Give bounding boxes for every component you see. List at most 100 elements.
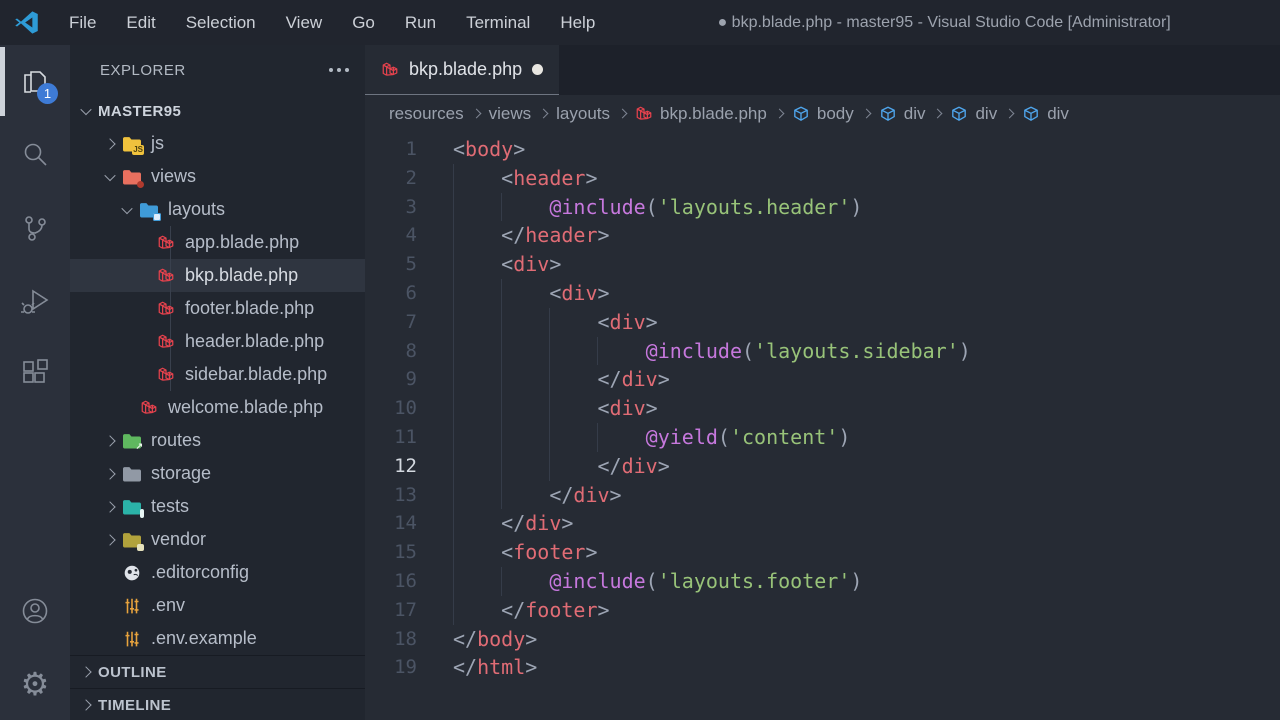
line-number: 2 [405, 166, 417, 189]
tree-item-vendor[interactable]: vendor [70, 523, 365, 556]
menu-edit[interactable]: Edit [113, 8, 168, 38]
settings-gear-icon[interactable]: ⚙ [0, 647, 70, 720]
source-control-icon[interactable] [0, 191, 70, 264]
code-editor[interactable]: 1 <body> 2 <header> 3 @include('layouts.hea… [365, 132, 1280, 720]
laravel-icon [155, 266, 177, 286]
outline-section-header[interactable]: OUTLINE [70, 655, 365, 688]
indent-guide [453, 163, 454, 193]
breadcrumb-item-div[interactable]: div [950, 104, 997, 124]
tree-item-footer-blade-php[interactable]: footer.blade.php [70, 292, 365, 325]
menu-go[interactable]: Go [339, 8, 388, 38]
explorer-icon[interactable]: 1 [0, 45, 70, 118]
line-content[interactable]: <header> [435, 163, 1280, 193]
breadcrumb-item-views[interactable]: views [489, 104, 532, 124]
tree-item--env-example[interactable]: .env.example [70, 622, 365, 655]
menu-run[interactable]: Run [392, 8, 449, 38]
breadcrumb-item-layouts[interactable]: layouts [556, 104, 610, 124]
breadcrumb-item-body[interactable]: body [792, 104, 854, 124]
tree-item-tests[interactable]: tests [70, 490, 365, 523]
code-line-11[interactable]: 11 @yield('content') [365, 422, 1280, 452]
line-content[interactable]: </div> [435, 451, 1280, 481]
menu-help[interactable]: Help [547, 8, 608, 38]
line-number: 15 [394, 541, 417, 564]
tab-bkp-blade-php[interactable]: bkp.blade.php [365, 45, 560, 95]
indent-guide [549, 336, 551, 366]
line-content[interactable]: <div> [435, 307, 1280, 337]
code-line-14[interactable]: 14 </div> [365, 509, 1280, 539]
line-content[interactable]: </html> [435, 653, 1280, 682]
run-debug-icon[interactable] [0, 264, 70, 337]
more-actions-icon[interactable] [329, 68, 349, 72]
timeline-section-header[interactable]: TIMELINE [70, 688, 365, 720]
modified-dot-icon[interactable] [532, 64, 544, 75]
line-content[interactable]: <footer> [435, 538, 1280, 567]
line-number: 8 [405, 339, 417, 362]
line-content[interactable]: @include('layouts.footer') [435, 566, 1280, 596]
laravel-icon [155, 233, 177, 253]
line-number: 9 [405, 368, 417, 391]
breadcrumb-item-div[interactable]: div [879, 104, 925, 124]
tree-item-bkp-blade-php[interactable]: bkp.blade.php [70, 259, 365, 292]
tree-item-header-blade-php[interactable]: header.blade.php [70, 325, 365, 358]
cube-icon [792, 105, 810, 123]
tree-item--env[interactable]: .env [70, 589, 365, 622]
indent-guide [501, 451, 503, 481]
line-content[interactable]: </div> [435, 365, 1280, 395]
project-section-header[interactable]: MASTER95 [70, 95, 365, 127]
breadcrumb-label: div [975, 103, 998, 123]
code-line-12[interactable]: 12 </div> [365, 451, 1280, 481]
breadcrumb-item-div[interactable]: div [1022, 104, 1069, 124]
line-content[interactable]: <div> [435, 394, 1280, 423]
code-line-18[interactable]: 18 </body> [365, 625, 1280, 654]
code-line-4[interactable]: 4 </header> [365, 221, 1280, 251]
line-content[interactable]: @include('layouts.sidebar') [435, 336, 1280, 366]
line-content[interactable]: </header> [435, 221, 1280, 251]
tree-item-js[interactable]: JS js [70, 127, 365, 160]
tree-item-sidebar-blade-php[interactable]: sidebar.blade.php [70, 358, 365, 391]
code-line-19[interactable]: 19 </html> [365, 653, 1280, 682]
menu-terminal[interactable]: Terminal [453, 8, 543, 38]
line-content[interactable]: </div> [435, 509, 1280, 539]
code-line-3[interactable]: 3 @include('layouts.header') [365, 192, 1280, 222]
line-content[interactable]: </body> [435, 625, 1280, 654]
line-content[interactable]: <div> [435, 278, 1280, 308]
breadcrumb-item-bkp-blade-php[interactable]: bkp.blade.php [635, 104, 767, 124]
line-content[interactable]: @yield('content') [435, 422, 1280, 452]
code-line-8[interactable]: 8 @include('layouts.sidebar') [365, 336, 1280, 366]
menu-view[interactable]: View [273, 8, 336, 38]
tree-item-views[interactable]: views [70, 160, 365, 193]
tree-item-label: tests [151, 496, 190, 516]
tree-item-layouts[interactable]: layouts [70, 193, 365, 226]
code-line-1[interactable]: 1 <body> [365, 135, 1280, 164]
search-icon[interactable] [0, 118, 70, 191]
menu-selection[interactable]: Selection [173, 8, 269, 38]
extensions-icon[interactable] [0, 337, 70, 410]
code-line-9[interactable]: 9 </div> [365, 365, 1280, 395]
breadcrumb-separator-icon [538, 108, 549, 119]
breadcrumb-item-resources[interactable]: resources [389, 104, 464, 124]
line-content[interactable]: <div> [435, 250, 1280, 279]
code-line-13[interactable]: 13 </div> [365, 480, 1280, 510]
indent-guide [453, 365, 454, 395]
code-line-5[interactable]: 5 <div> [365, 250, 1280, 279]
menu-file[interactable]: File [56, 8, 109, 38]
line-content[interactable]: </div> [435, 480, 1280, 510]
tree-item-app-blade-php[interactable]: app.blade.php [70, 226, 365, 259]
line-content[interactable]: </footer> [435, 595, 1280, 625]
account-icon[interactable] [0, 574, 70, 647]
code-line-10[interactable]: 10 <div> [365, 394, 1280, 423]
code-line-6[interactable]: 6 <div> [365, 278, 1280, 308]
line-content[interactable]: @include('layouts.header') [435, 192, 1280, 222]
code-line-16[interactable]: 16 @include('layouts.footer') [365, 566, 1280, 596]
code-line-17[interactable]: 17 </footer> [365, 595, 1280, 625]
code-line-15[interactable]: 15 <footer> [365, 538, 1280, 567]
line-content[interactable]: <body> [435, 135, 1280, 164]
cube-icon [950, 105, 968, 123]
tree-item-routes[interactable]: ↗ routes [70, 424, 365, 457]
tree-item-storage[interactable]: storage [70, 457, 365, 490]
code-line-7[interactable]: 7 <div> [365, 307, 1280, 337]
tree-item-welcome-blade-php[interactable]: welcome.blade.php [70, 391, 365, 424]
tree-item--editorconfig[interactable]: .editorconfig [70, 556, 365, 589]
code-line-2[interactable]: 2 <header> [365, 163, 1280, 193]
line-number: 6 [405, 281, 417, 304]
